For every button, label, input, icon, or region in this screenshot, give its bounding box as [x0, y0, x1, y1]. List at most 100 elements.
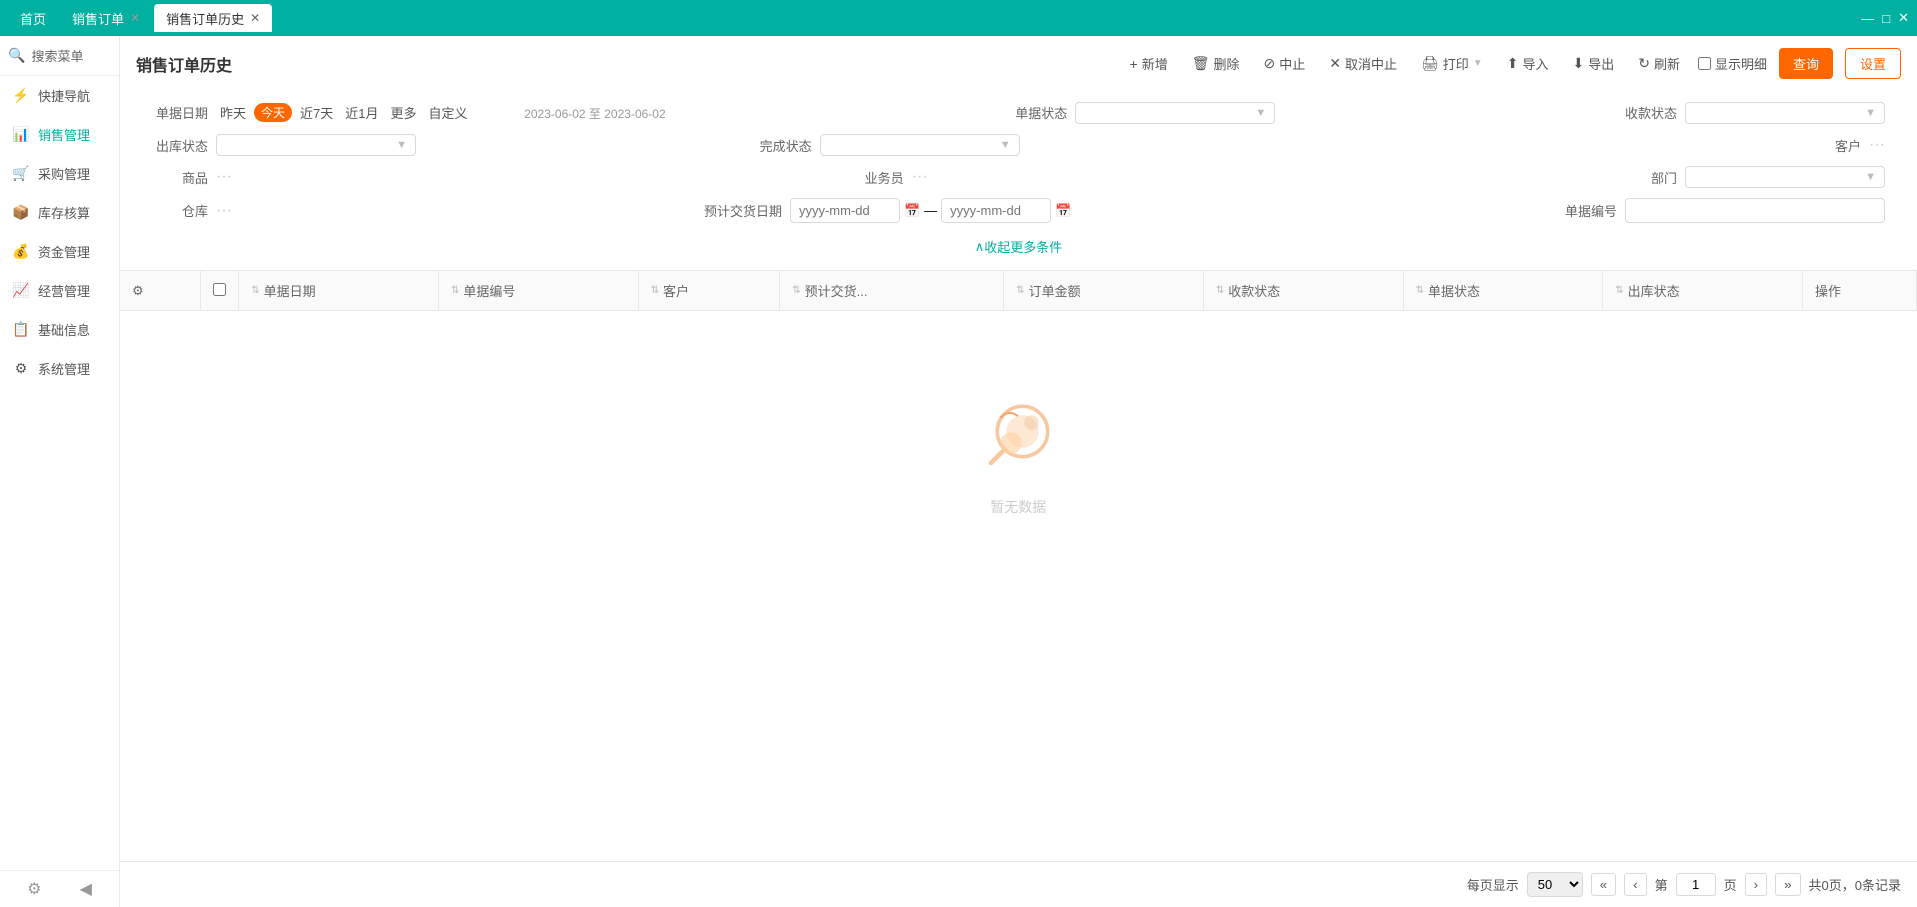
- delivery-date-start-cal-icon[interactable]: 📅: [904, 203, 920, 219]
- first-page-btn[interactable]: «: [1591, 873, 1616, 896]
- delivery-date-col-sort-icon: ⇅: [792, 285, 800, 296]
- delivery-date-end[interactable]: [941, 198, 1051, 223]
- sidebar-item-inventory[interactable]: 📦 库存核算: [0, 193, 119, 232]
- table-header-checkbox[interactable]: [201, 271, 239, 311]
- date-quick-more[interactable]: 更多: [387, 101, 421, 124]
- sidebar-item-purchase-mgmt[interactable]: 🛒 采购管理: [0, 154, 119, 193]
- department-select[interactable]: ▼: [1685, 166, 1885, 188]
- order-status-select[interactable]: ▼: [1075, 102, 1275, 124]
- tab-sales-order-history-close[interactable]: ✕: [250, 11, 260, 25]
- export-button[interactable]: ⬇ 导出: [1566, 50, 1620, 77]
- table-header-gear[interactable]: ⚙: [120, 271, 201, 311]
- show-detail-checkbox[interactable]: [1698, 57, 1711, 70]
- delete-button[interactable]: 🗑 删除: [1186, 50, 1246, 77]
- filter-group-outbound: 出库状态 ▼: [152, 134, 545, 156]
- import-button[interactable]: ⬆ 导入: [1501, 50, 1555, 77]
- salesperson-dots[interactable]: ···: [912, 168, 928, 186]
- table-header-amount[interactable]: ⇅订单金额: [1004, 271, 1204, 311]
- import-icon: ⬆: [1507, 55, 1519, 72]
- table-header-order-status[interactable]: ⇅单据状态: [1403, 271, 1603, 311]
- sidebar-item-finance[interactable]: 💰 资金管理: [0, 232, 119, 271]
- window-close-btn[interactable]: ✕: [1898, 10, 1909, 26]
- salesperson-label: 业务员: [848, 168, 904, 187]
- show-detail-check[interactable]: 显示明细: [1698, 54, 1767, 73]
- tab-sales-order[interactable]: 销售订单 ✕: [60, 4, 152, 32]
- refresh-icon: ↻: [1638, 55, 1650, 72]
- sidebar-item-label: 采购管理: [38, 164, 90, 183]
- table-header-delivery-date[interactable]: ⇅预计交货...: [780, 271, 1004, 311]
- select-all-checkbox[interactable]: [213, 283, 226, 296]
- pay-status-select[interactable]: ▼: [1685, 102, 1885, 124]
- sidebar-item-sys-mgmt[interactable]: ⚙ 系统管理: [0, 349, 119, 388]
- date-quick-7days[interactable]: 近7天: [296, 101, 337, 124]
- page-title: 销售订单历史: [136, 52, 232, 76]
- query-button[interactable]: 查询: [1779, 48, 1833, 79]
- next-page-btn[interactable]: ›: [1745, 873, 1767, 896]
- finance-icon: 💰: [12, 243, 30, 260]
- empty-icon: [973, 391, 1063, 481]
- table-header-pay-status[interactable]: ⇅收款状态: [1203, 271, 1403, 311]
- page-title-row: 销售订单历史 + 新增 🗑 删除 ⊘ 中止 ✕: [136, 48, 1901, 79]
- sidebar-item-quick-nav[interactable]: ⚡ 快捷导航: [0, 76, 119, 115]
- collapse-btn[interactable]: ∧ 收起更多条件: [152, 233, 1885, 260]
- cancel-stop-button[interactable]: ✕ 取消中止: [1323, 50, 1403, 77]
- last-page-btn[interactable]: »: [1775, 873, 1800, 896]
- page-number-input[interactable]: [1676, 873, 1716, 896]
- window-min-btn[interactable]: —: [1861, 11, 1874, 26]
- outbound-status-select[interactable]: ▼: [216, 134, 416, 156]
- table-header-order-date[interactable]: ⇅单据日期: [239, 271, 439, 311]
- refresh-label: 刷新: [1654, 54, 1680, 73]
- print-button[interactable]: 🖨 打印 ▼: [1415, 50, 1489, 77]
- sidebar-item-label: 基础信息: [38, 320, 90, 339]
- date-quick-yesterday[interactable]: 昨天: [216, 101, 250, 124]
- sidebar-search[interactable]: 🔍 搜索菜单: [0, 36, 119, 76]
- table-header-order-no[interactable]: ⇅单据编号: [438, 271, 638, 311]
- tab-sales-order-history[interactable]: 销售订单历史 ✕: [154, 4, 272, 32]
- prev-page-btn[interactable]: ‹: [1624, 873, 1646, 896]
- delivery-date-end-cal-icon[interactable]: 📅: [1055, 203, 1071, 219]
- cancel-stop-label: 取消中止: [1345, 54, 1397, 73]
- completion-status-select[interactable]: ▼: [820, 134, 1020, 156]
- print-arrow-icon: ▼: [1473, 58, 1483, 69]
- delivery-date-start[interactable]: [790, 198, 900, 223]
- customer-dots[interactable]: ···: [1869, 136, 1885, 154]
- sidebar-item-sales-mgmt[interactable]: 📊 销售管理: [0, 115, 119, 154]
- pay-status-col-sort-icon: ⇅: [1216, 285, 1224, 296]
- delivery-date-separator: —: [924, 203, 937, 218]
- delete-icon: 🗑: [1192, 55, 1210, 72]
- add-button[interactable]: + 新增: [1124, 50, 1174, 77]
- table-header-customer[interactable]: ⇅客户: [638, 271, 780, 311]
- filter-row-1: 单据日期 昨天 今天 近7天 近1月 更多 自定义 2023-06-02 至 2…: [152, 101, 1885, 124]
- window-max-btn[interactable]: □: [1882, 11, 1890, 26]
- warehouse-dots[interactable]: ···: [216, 202, 232, 220]
- date-quick-1month[interactable]: 近1月: [341, 101, 382, 124]
- sidebar-settings-icon[interactable]: ⚙: [27, 879, 41, 899]
- order-status-arrow-icon: ▼: [1255, 107, 1266, 119]
- tab-sales-order-close[interactable]: ✕: [130, 11, 140, 25]
- sidebar-item-operations[interactable]: 📈 经营管理: [0, 271, 119, 310]
- customer-col-sort-icon: ⇅: [651, 285, 659, 296]
- filter-row-2: 出库状态 ▼ 完成状态 ▼ 客户: [152, 134, 1885, 156]
- date-quick-today[interactable]: 今天: [254, 103, 292, 122]
- collapse-label: 收起更多条件: [984, 237, 1062, 256]
- product-dots[interactable]: ···: [216, 168, 232, 186]
- table-header-out-status[interactable]: ⇅出库状态: [1603, 271, 1803, 311]
- purchase-mgmt-icon: 🛒: [12, 165, 30, 182]
- sidebar-item-label: 快捷导航: [38, 86, 90, 105]
- customer-label: 客户: [1805, 136, 1861, 155]
- filter-group-product: 商品 ···: [152, 168, 545, 187]
- stop-button[interactable]: ⊘ 中止: [1258, 50, 1312, 77]
- data-table: ⚙ ⇅单据日期 ⇅单据编号 ⇅客户: [120, 271, 1917, 597]
- refresh-button[interactable]: ↻ 刷新: [1632, 50, 1686, 77]
- sidebar-collapse-icon[interactable]: ◀: [80, 879, 92, 899]
- filter-group-department: 部门 ▼: [1231, 166, 1885, 188]
- tab-home[interactable]: 首页: [8, 4, 58, 32]
- sidebar-item-basic-info[interactable]: 📋 基础信息: [0, 310, 119, 349]
- settings-button[interactable]: 设置: [1845, 48, 1901, 79]
- main-layout: 🔍 搜索菜单 ⚡ 快捷导航 📊 销售管理 🛒 采购管理 📦 库存核算 💰 资金管…: [0, 36, 1917, 907]
- order-date-col-sort-icon: ⇅: [251, 285, 259, 296]
- page-size-select[interactable]: 50 10 20 100: [1527, 872, 1583, 897]
- inventory-icon: 📦: [12, 204, 30, 221]
- order-no-input[interactable]: [1625, 198, 1885, 223]
- date-quick-custom[interactable]: 自定义: [425, 101, 472, 124]
